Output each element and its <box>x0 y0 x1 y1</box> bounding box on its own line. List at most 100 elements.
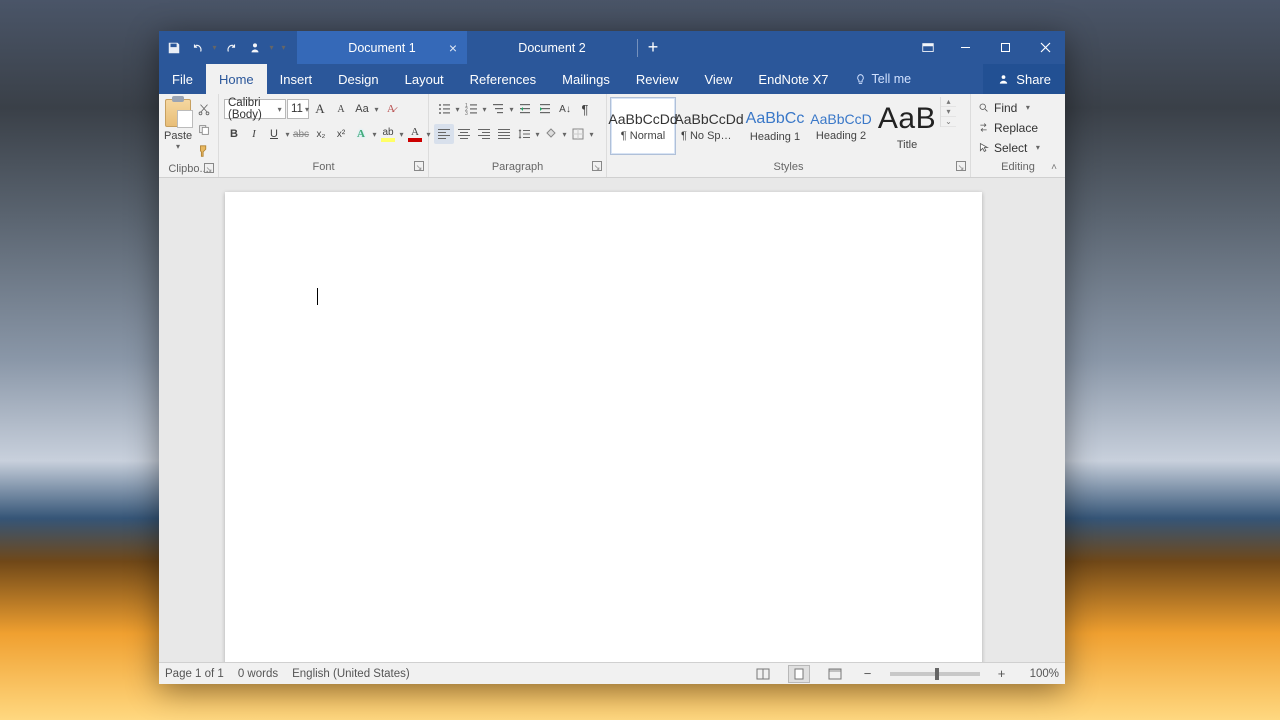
find-dropdown[interactable] <box>1024 103 1031 112</box>
minimize-button[interactable] <box>945 31 985 64</box>
styles-scroll-down[interactable]: ▾ <box>941 107 956 117</box>
format-painter-button[interactable] <box>194 141 214 161</box>
borders-button[interactable] <box>568 124 588 144</box>
zoom-out-button[interactable]: − <box>860 666 876 681</box>
find-button[interactable]: Find <box>976 98 1033 117</box>
document-page[interactable] <box>225 192 982 662</box>
align-center-button[interactable] <box>454 124 474 144</box>
grow-font-button[interactable]: A <box>310 99 330 119</box>
touch-mode-button[interactable] <box>244 37 266 59</box>
bullets-dropdown[interactable] <box>454 105 461 114</box>
numbering-button[interactable]: 123 <box>461 99 481 119</box>
styles-dialog-launcher[interactable] <box>956 161 966 171</box>
share-button[interactable]: Share <box>983 64 1065 94</box>
show-marks-button[interactable]: ¶ <box>575 99 595 119</box>
bold-button[interactable]: B <box>224 124 244 144</box>
zoom-level[interactable]: 100% <box>1030 668 1059 680</box>
style-title[interactable]: AaBTitle <box>874 97 940 155</box>
numbering-dropdown[interactable] <box>481 105 488 114</box>
multilevel-list-button[interactable] <box>488 99 508 119</box>
align-right-button[interactable] <box>474 124 494 144</box>
select-button[interactable]: Select <box>976 138 1043 157</box>
close-tab-icon[interactable]: × <box>449 40 457 56</box>
cut-button[interactable] <box>194 99 214 119</box>
document-tab-2[interactable]: Document 2 <box>467 31 637 64</box>
undo-dropdown[interactable] <box>211 43 218 52</box>
paragraph-dialog-launcher[interactable] <box>592 161 602 171</box>
highlight-button[interactable]: ab <box>378 124 398 144</box>
text-effects-dropdown[interactable] <box>371 130 378 139</box>
paste-dropdown[interactable] <box>175 142 182 151</box>
clipboard-dialog-launcher[interactable] <box>204 163 214 173</box>
font-dialog-launcher[interactable] <box>414 161 424 171</box>
view-read-mode[interactable] <box>752 665 774 683</box>
change-case-dropdown[interactable] <box>373 105 380 114</box>
style-no-spacing[interactable]: AaBbCcDd¶ No Spac... <box>676 97 742 155</box>
tab-view[interactable]: View <box>691 64 745 94</box>
font-size-combo[interactable]: 11 <box>287 99 309 119</box>
tab-endnote[interactable]: EndNote X7 <box>745 64 841 94</box>
ribbon-display-options[interactable] <box>911 37 945 59</box>
touch-mode-dropdown[interactable] <box>268 43 275 52</box>
select-dropdown[interactable] <box>1034 143 1041 152</box>
view-web-layout[interactable] <box>824 665 846 683</box>
replace-button[interactable]: Replace <box>976 118 1040 137</box>
undo-button[interactable] <box>187 37 209 59</box>
maximize-button[interactable] <box>985 31 1025 64</box>
tell-me-search[interactable]: Tell me <box>842 64 924 94</box>
collapse-ribbon-button[interactable]: ˄ <box>1047 160 1061 175</box>
paste-button[interactable]: Paste <box>164 97 192 151</box>
zoom-in-button[interactable]: + <box>994 666 1010 681</box>
decrease-indent-button[interactable] <box>515 99 535 119</box>
text-effects-button[interactable]: A <box>351 124 371 144</box>
borders-dropdown[interactable] <box>588 130 595 139</box>
tab-file[interactable]: File <box>159 64 206 94</box>
font-name-combo[interactable]: Calibri (Body) <box>224 99 286 119</box>
justify-button[interactable] <box>494 124 514 144</box>
view-print-layout[interactable] <box>788 665 810 683</box>
increase-indent-button[interactable] <box>535 99 555 119</box>
underline-dropdown[interactable] <box>284 130 291 139</box>
document-workarea[interactable] <box>159 178 1065 662</box>
styles-scroll-up[interactable]: ▴ <box>941 97 956 107</box>
style-heading-2[interactable]: AaBbCcDHeading 2 <box>808 97 874 155</box>
line-spacing-button[interactable] <box>514 124 534 144</box>
tab-layout[interactable]: Layout <box>392 64 457 94</box>
sort-button[interactable]: A↓ <box>555 99 575 119</box>
superscript-button[interactable]: x² <box>331 124 351 144</box>
shrink-font-button[interactable]: A <box>331 99 351 119</box>
tab-home[interactable]: Home <box>206 64 267 94</box>
style-heading-1[interactable]: AaBbCcHeading 1 <box>742 97 808 155</box>
tab-review[interactable]: Review <box>623 64 692 94</box>
status-words[interactable]: 0 words <box>238 668 278 680</box>
strikethrough-button[interactable]: abc <box>291 124 311 144</box>
highlight-dropdown[interactable] <box>398 130 405 139</box>
align-left-button[interactable] <box>434 124 454 144</box>
shading-button[interactable] <box>541 124 561 144</box>
document-tab-1[interactable]: Document 1 × <box>297 31 467 64</box>
font-color-button[interactable]: A <box>405 124 425 144</box>
style-normal[interactable]: AaBbCcDd¶ Normal <box>610 97 676 155</box>
subscript-button[interactable]: x₂ <box>311 124 331 144</box>
tab-mailings[interactable]: Mailings <box>549 64 623 94</box>
italic-button[interactable]: I <box>244 124 264 144</box>
save-button[interactable] <box>163 37 185 59</box>
underline-button[interactable]: U <box>264 124 284 144</box>
line-spacing-dropdown[interactable] <box>534 130 541 139</box>
multilevel-dropdown[interactable] <box>508 105 515 114</box>
zoom-slider[interactable] <box>890 672 980 676</box>
copy-button[interactable] <box>194 120 214 140</box>
tab-design[interactable]: Design <box>325 64 391 94</box>
styles-expand[interactable]: ⌄ <box>941 117 956 127</box>
bullets-button[interactable] <box>434 99 454 119</box>
shading-dropdown[interactable] <box>561 130 568 139</box>
change-case-button[interactable]: Aa <box>352 99 372 119</box>
clear-formatting-button[interactable]: A̷ <box>381 99 401 119</box>
status-language[interactable]: English (United States) <box>292 668 410 680</box>
close-button[interactable] <box>1025 31 1065 64</box>
new-tab-button[interactable]: + <box>638 31 668 64</box>
qat-customize-dropdown[interactable] <box>280 43 287 52</box>
zoom-slider-thumb[interactable] <box>935 668 939 680</box>
status-page[interactable]: Page 1 of 1 <box>165 668 224 680</box>
tab-references[interactable]: References <box>457 64 549 94</box>
